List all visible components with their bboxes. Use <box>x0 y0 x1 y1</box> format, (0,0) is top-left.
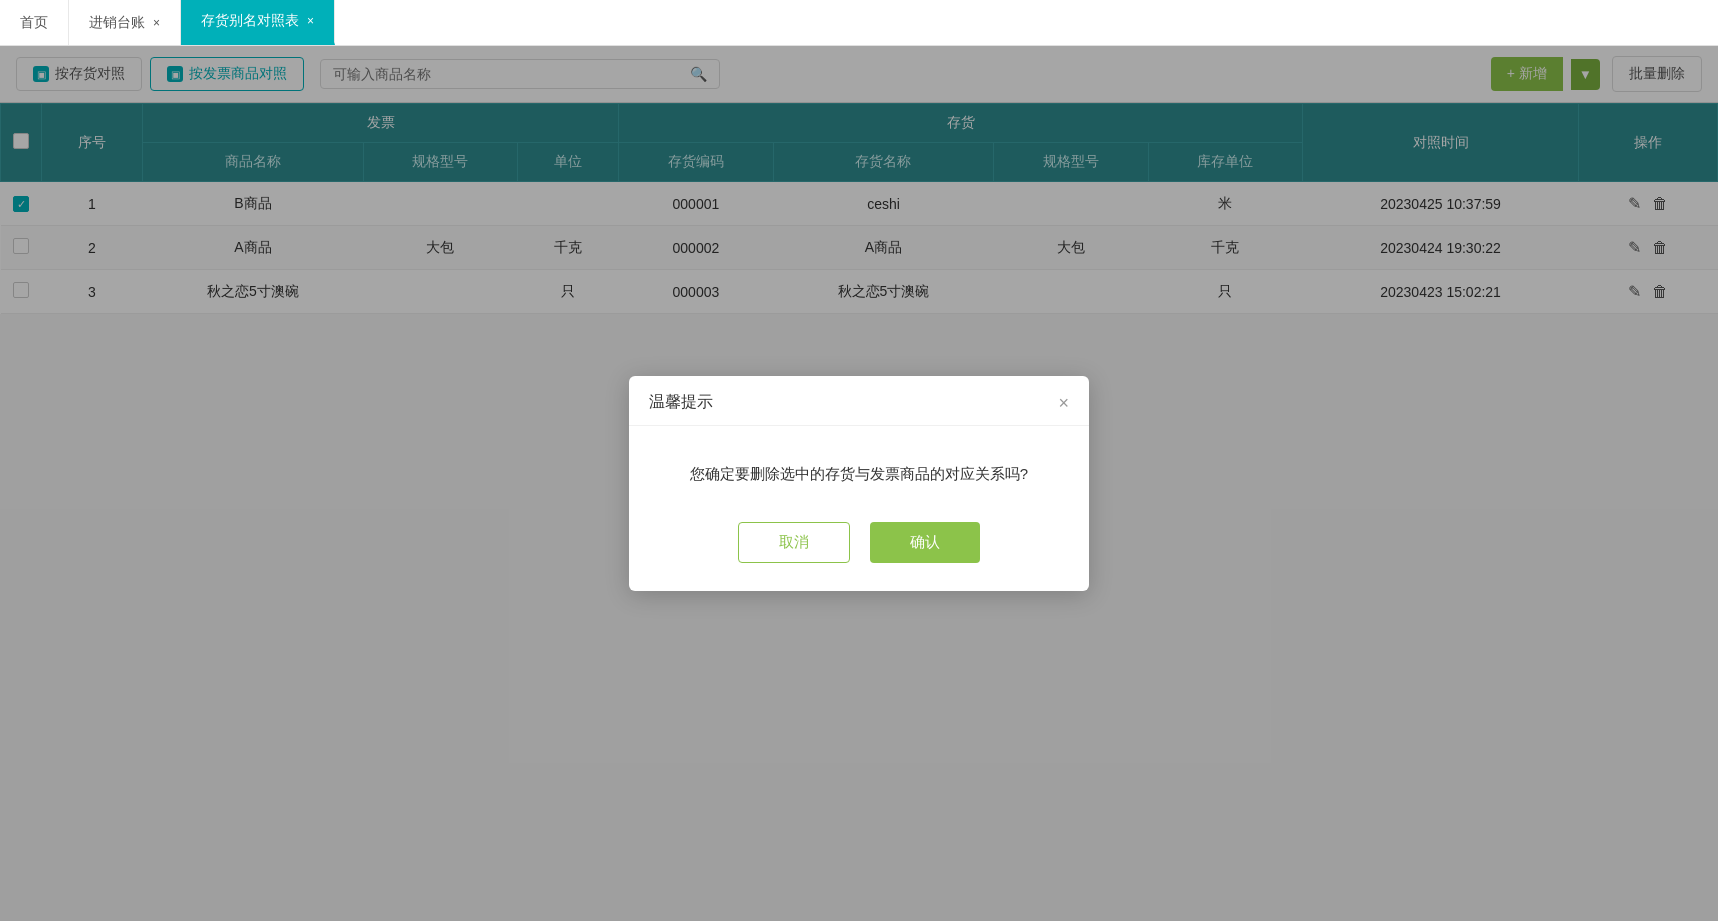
tab-mapping[interactable]: 存货别名对照表 × <box>181 0 335 45</box>
modal-confirm-button[interactable]: 确认 <box>870 522 980 563</box>
modal-title: 温馨提示 <box>649 392 713 413</box>
modal-footer: 取消 确认 <box>629 510 1089 591</box>
tabs-bar: 首页 进销台账 × 存货别名对照表 × <box>0 0 1718 46</box>
tab-mapping-close[interactable]: × <box>307 14 314 28</box>
modal-cancel-button[interactable]: 取消 <box>738 522 850 563</box>
content-area: ▣ 按存货对照 ▣ 按发票商品对照 🔍 + 新增 ▼ 批量删除 <box>0 46 1718 921</box>
tab-ledger-label: 进销台账 <box>89 14 145 32</box>
modal-header: 温馨提示 × <box>629 376 1089 426</box>
tab-ledger[interactable]: 进销台账 × <box>69 0 181 45</box>
modal-body: 您确定要删除选中的存货与发票商品的对应关系吗? <box>629 426 1089 510</box>
modal-overlay: 温馨提示 × 您确定要删除选中的存货与发票商品的对应关系吗? 取消 确认 <box>0 46 1718 921</box>
tab-home[interactable]: 首页 <box>0 0 69 45</box>
modal-close-icon[interactable]: × <box>1058 394 1069 412</box>
tab-mapping-label: 存货别名对照表 <box>201 12 299 30</box>
modal-box: 温馨提示 × 您确定要删除选中的存货与发票商品的对应关系吗? 取消 确认 <box>629 376 1089 591</box>
tab-ledger-close[interactable]: × <box>153 16 160 30</box>
modal-message: 您确定要删除选中的存货与发票商品的对应关系吗? <box>690 465 1028 482</box>
tab-home-label: 首页 <box>20 14 48 32</box>
